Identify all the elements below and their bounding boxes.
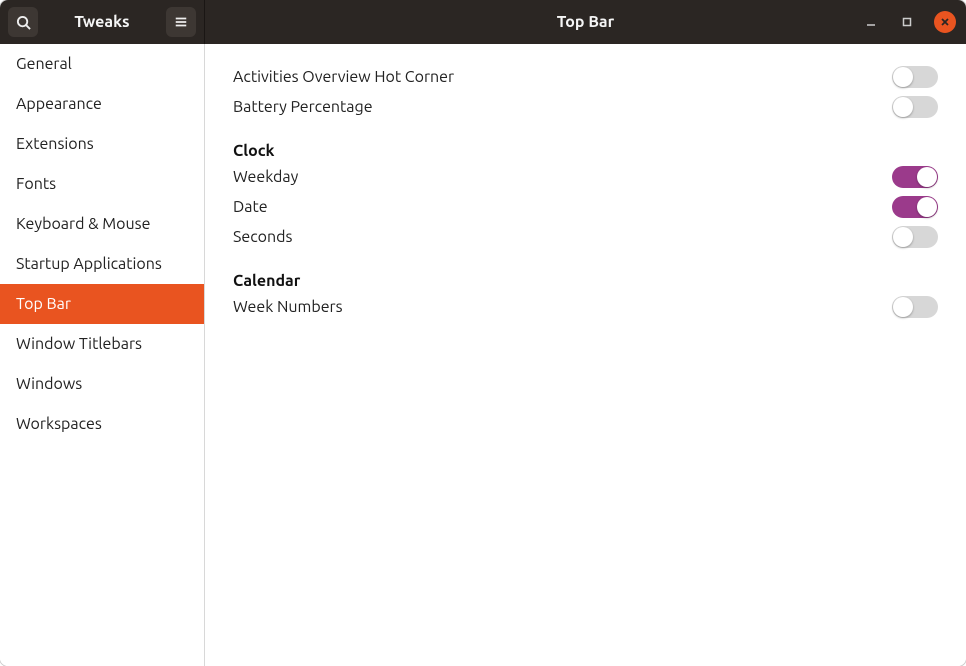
- setting-row-week-numbers: Week Numbers: [233, 292, 938, 322]
- titlebar-left: Tweaks: [0, 0, 205, 44]
- toggle-week-numbers[interactable]: [892, 296, 938, 318]
- sidebar-item-label: General: [16, 55, 72, 73]
- setting-label: Seconds: [233, 228, 292, 246]
- hamburger-icon: [174, 15, 188, 29]
- toggle-seconds[interactable]: [892, 226, 938, 248]
- sidebar-item-label: Fonts: [16, 175, 56, 193]
- sidebar-item-workspaces[interactable]: Workspaces: [0, 404, 204, 444]
- sidebar-item-label: Windows: [16, 375, 82, 393]
- toggle-knob: [917, 197, 937, 217]
- setting-label: Date: [233, 198, 268, 216]
- sidebar-item-appearance[interactable]: Appearance: [0, 84, 204, 124]
- setting-row-weekday: Weekday: [233, 162, 938, 192]
- close-button[interactable]: [934, 11, 956, 33]
- search-icon: [16, 15, 31, 30]
- sidebar-item-window-titlebars[interactable]: Window Titlebars: [0, 324, 204, 364]
- sidebar-item-extensions[interactable]: Extensions: [0, 124, 204, 164]
- setting-row-seconds: Seconds: [233, 222, 938, 252]
- close-icon: [940, 17, 950, 27]
- toggle-knob: [893, 97, 913, 117]
- app-window: Tweaks Top Bar: [0, 0, 966, 666]
- section-header-clock: Clock: [233, 142, 938, 160]
- toggle-battery-percentage[interactable]: [892, 96, 938, 118]
- content-panel: Activities Overview Hot Corner Battery Pe…: [205, 44, 966, 666]
- section-header-calendar: Calendar: [233, 272, 938, 290]
- sidebar-item-startup-applications[interactable]: Startup Applications: [0, 244, 204, 284]
- page-title: Top Bar: [557, 13, 614, 31]
- setting-label: Activities Overview Hot Corner: [233, 68, 454, 86]
- search-button[interactable]: [8, 7, 38, 37]
- setting-label: Battery Percentage: [233, 98, 373, 116]
- toggle-knob: [893, 227, 913, 247]
- sidebar-item-label: Extensions: [16, 135, 94, 153]
- toggle-activities-overview-hot-corner[interactable]: [892, 66, 938, 88]
- minimize-button[interactable]: [862, 13, 880, 31]
- setting-row-date: Date: [233, 192, 938, 222]
- toggle-date[interactable]: [892, 196, 938, 218]
- sidebar-item-label: Workspaces: [16, 415, 102, 433]
- setting-label: Weekday: [233, 168, 298, 186]
- sidebar-item-label: Window Titlebars: [16, 335, 142, 353]
- toggle-knob: [893, 297, 913, 317]
- titlebar: Tweaks Top Bar: [0, 0, 966, 44]
- titlebar-right: Top Bar: [205, 0, 966, 44]
- sidebar-item-label: Appearance: [16, 95, 102, 113]
- window-body: General Appearance Extensions Fonts Keyboard…: [0, 44, 966, 666]
- sidebar-item-label: Top Bar: [16, 295, 71, 313]
- sidebar-item-fonts[interactable]: Fonts: [0, 164, 204, 204]
- sidebar-item-label: Startup Applications: [16, 255, 162, 273]
- toggle-weekday[interactable]: [892, 166, 938, 188]
- toggle-knob: [893, 67, 913, 87]
- toggle-knob: [917, 167, 937, 187]
- setting-row-activities-overview-hot-corner: Activities Overview Hot Corner: [233, 62, 938, 92]
- sidebar: General Appearance Extensions Fonts Keyboard…: [0, 44, 205, 666]
- sidebar-item-windows[interactable]: Windows: [0, 364, 204, 404]
- window-controls: [862, 11, 956, 33]
- menu-button[interactable]: [166, 7, 196, 37]
- sidebar-item-general[interactable]: General: [0, 44, 204, 84]
- setting-row-battery-percentage: Battery Percentage: [233, 92, 938, 122]
- sidebar-item-label: Keyboard & Mouse: [16, 215, 150, 233]
- sidebar-item-top-bar[interactable]: Top Bar: [0, 284, 204, 324]
- maximize-icon: [902, 17, 912, 27]
- maximize-button[interactable]: [898, 13, 916, 31]
- minimize-icon: [866, 17, 876, 27]
- sidebar-item-keyboard-mouse[interactable]: Keyboard & Mouse: [0, 204, 204, 244]
- setting-label: Week Numbers: [233, 298, 343, 316]
- app-title: Tweaks: [38, 13, 166, 31]
